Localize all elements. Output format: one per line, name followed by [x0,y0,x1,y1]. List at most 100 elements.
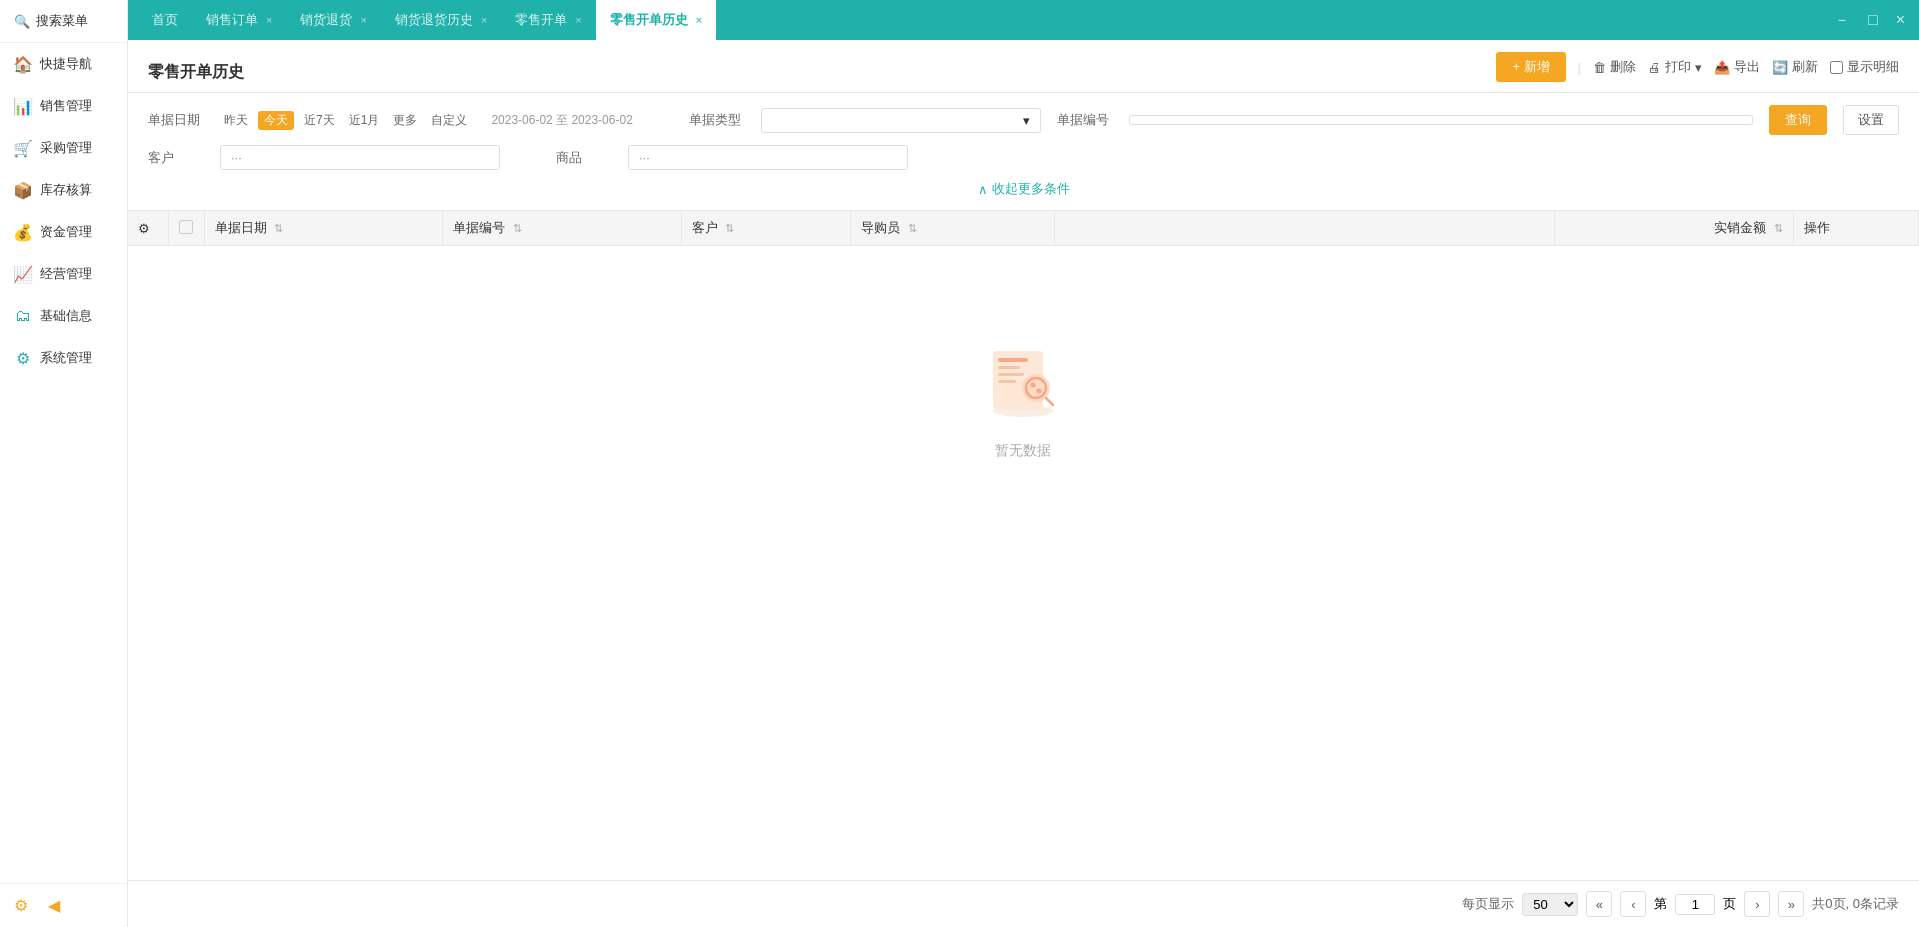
tab-retail-open-history-label: 零售开单历史 [610,11,688,29]
search-button[interactable]: 查询 [1769,105,1827,135]
sidebar-item-quick-nav[interactable]: 🏠 快捷导航 [0,43,127,85]
tab-sales-return-history-close[interactable]: × [481,14,487,26]
tab-retail-open[interactable]: 零售开单 × [501,0,595,40]
sidebar-item-purchase-mgmt[interactable]: 🛒 采购管理 [0,127,127,169]
th-date[interactable]: 单据日期 ⇅ [204,211,443,246]
sidebar-item-finance-mgmt[interactable]: 💰 资金管理 [0,211,127,253]
collapse-row: ∧ 收起更多条件 [148,180,1899,198]
type-select[interactable]: ▾ [761,108,1041,133]
tab-sales-order-label: 销售订单 [206,11,258,29]
export-button[interactable]: 📤 导出 [1714,58,1760,76]
sort-customer-icon: ⇅ [725,222,734,234]
chart-icon: 📊 [14,97,32,115]
sidebar-item-sys-mgmt[interactable]: ⚙ 系统管理 [0,337,127,379]
refresh-icon: 🔄 [1772,60,1788,75]
export-label: 导出 [1734,58,1760,76]
product-input[interactable]: ··· [628,145,908,170]
show-detail-checkbox[interactable]: 显示明细 [1830,58,1899,76]
tab-retail-open-close[interactable]: × [575,14,581,26]
tab-bar: 首页 销售订单 × 销货退货 × 销货退货历史 × 零售开单 × 零售开单历史 … [128,0,1919,40]
sidebar-search[interactable]: 🔍 搜索菜单 [0,0,127,43]
type-label: 单据类型 [689,111,745,129]
content-header: 零售开单历史 + 新增 | 🗑 删除 🖨 打印 ▾ 📤 导出 🔄 刷新 [128,40,1919,93]
print-button[interactable]: 🖨 打印 ▾ [1648,58,1702,76]
table-header-row: ⚙ 单据日期 ⇅ 单据编号 ⇅ 客户 ⇅ [128,211,1919,246]
last-page-button[interactable]: » [1778,891,1804,917]
tab-sales-order[interactable]: 销售订单 × [192,0,286,40]
empty-row: 暂无数据 [128,246,1919,541]
sidebar-item-basic-info[interactable]: 🗂 基础信息 [0,295,127,337]
th-checkbox[interactable] [168,211,204,246]
date-shortcut-yesterday[interactable]: 昨天 [220,111,252,130]
tab-sales-return[interactable]: 销货退货 × [286,0,380,40]
sidebar-item-ops-mgmt[interactable]: 📈 经营管理 [0,253,127,295]
tab-sales-order-close[interactable]: × [266,14,272,26]
home-icon: 🏠 [14,55,32,73]
minimize-button[interactable]: － [1830,10,1854,31]
per-page-select[interactable]: 50 20 100 [1522,893,1578,916]
sidebar-item-inventory[interactable]: 📦 库存核算 [0,169,127,211]
sidebar-item-label: 经营管理 [40,265,92,283]
show-detail-input[interactable] [1830,61,1843,74]
tab-sales-return-label: 销货退货 [300,11,352,29]
svg-rect-2 [998,358,1028,362]
tab-retail-open-history[interactable]: 零售开单历史 × [596,0,716,40]
folder-icon: 🗂 [14,307,32,325]
sort-number-icon: ⇅ [513,222,522,234]
th-number[interactable]: 单据编号 ⇅ [443,211,682,246]
date-range-display: 2023-06-02 至 2023-06-02 [491,112,632,129]
ops-icon: 📈 [14,265,32,283]
empty-cell: 暂无数据 [128,246,1919,541]
date-shortcut-1month[interactable]: 近1月 [345,111,384,130]
th-amount[interactable]: 实销金额 ⇅ [1555,211,1794,246]
tab-retail-open-history-close[interactable]: × [696,14,702,26]
tab-home[interactable]: 首页 [138,0,192,40]
print-dropdown-icon: ▾ [1695,60,1702,75]
refresh-button[interactable]: 🔄 刷新 [1772,58,1818,76]
sidebar-item-sales-mgmt[interactable]: 📊 销售管理 [0,85,127,127]
number-input[interactable] [1129,115,1753,125]
th-guide[interactable]: 导购员 ⇅ [851,211,1055,246]
tab-retail-open-label: 零售开单 [515,11,567,29]
close-button[interactable]: × [1892,11,1909,29]
collapse-icon[interactable]: ◀ [48,896,60,915]
th-settings[interactable]: ⚙ [128,211,168,246]
sidebar-item-label: 快捷导航 [40,55,92,73]
date-shortcut-today[interactable]: 今天 [258,111,294,130]
sidebar: 🔍 搜索菜单 🏠 快捷导航 📊 销售管理 🛒 采购管理 📦 库存核算 💰 资金管… [0,0,128,927]
select-all-checkbox[interactable] [179,220,193,234]
settings-button[interactable]: 设置 [1843,105,1899,135]
gear-icon: ⚙ [14,349,32,367]
date-shortcut-custom[interactable]: 自定义 [427,111,471,130]
next-page-button[interactable]: › [1744,891,1770,917]
header-actions: + 新增 | 🗑 删除 🖨 打印 ▾ 📤 导出 🔄 刷新 显示明细 [1496,52,1899,92]
page-title: 零售开单历史 [148,62,244,83]
delete-button[interactable]: 🗑 删除 [1593,58,1636,76]
sort-date-icon: ⇅ [274,222,283,234]
table-gear-icon[interactable]: ⚙ [138,221,150,236]
customer-input[interactable]: ··· [220,145,500,170]
maximize-button[interactable]: □ [1864,11,1882,29]
empty-illustration [973,326,1073,426]
date-shortcut-more[interactable]: 更多 [389,111,421,130]
first-page-button[interactable]: « [1586,891,1612,917]
customer-label: 客户 [148,149,204,167]
date-shortcut-7days[interactable]: 近7天 [300,111,339,130]
tab-sales-return-history[interactable]: 销货退货历史 × [381,0,501,40]
page-input[interactable] [1675,894,1715,915]
th-customer[interactable]: 客户 ⇅ [681,211,850,246]
prev-page-button[interactable]: ‹ [1620,891,1646,917]
tab-sales-return-history-label: 销货退货历史 [395,11,473,29]
th-number-label: 单据编号 [453,220,505,235]
sidebar-item-label: 采购管理 [40,139,92,157]
collapse-button[interactable]: ∧ 收起更多条件 [978,180,1070,198]
th-customer-label: 客户 [692,220,718,235]
sort-amount-icon: ⇅ [1774,222,1783,234]
tab-sales-return-close[interactable]: × [360,14,366,26]
pagination: 每页显示 50 20 100 « ‹ 第 页 › » 共0页, 0条记录 [128,880,1919,927]
table-wrapper: ⚙ 单据日期 ⇅ 单据编号 ⇅ 客户 ⇅ [128,211,1919,880]
settings-icon[interactable]: ⚙ [14,896,28,915]
total-info: 共0页, 0条记录 [1812,895,1899,913]
add-button[interactable]: + 新增 [1496,52,1565,82]
table-body: 暂无数据 [128,246,1919,541]
